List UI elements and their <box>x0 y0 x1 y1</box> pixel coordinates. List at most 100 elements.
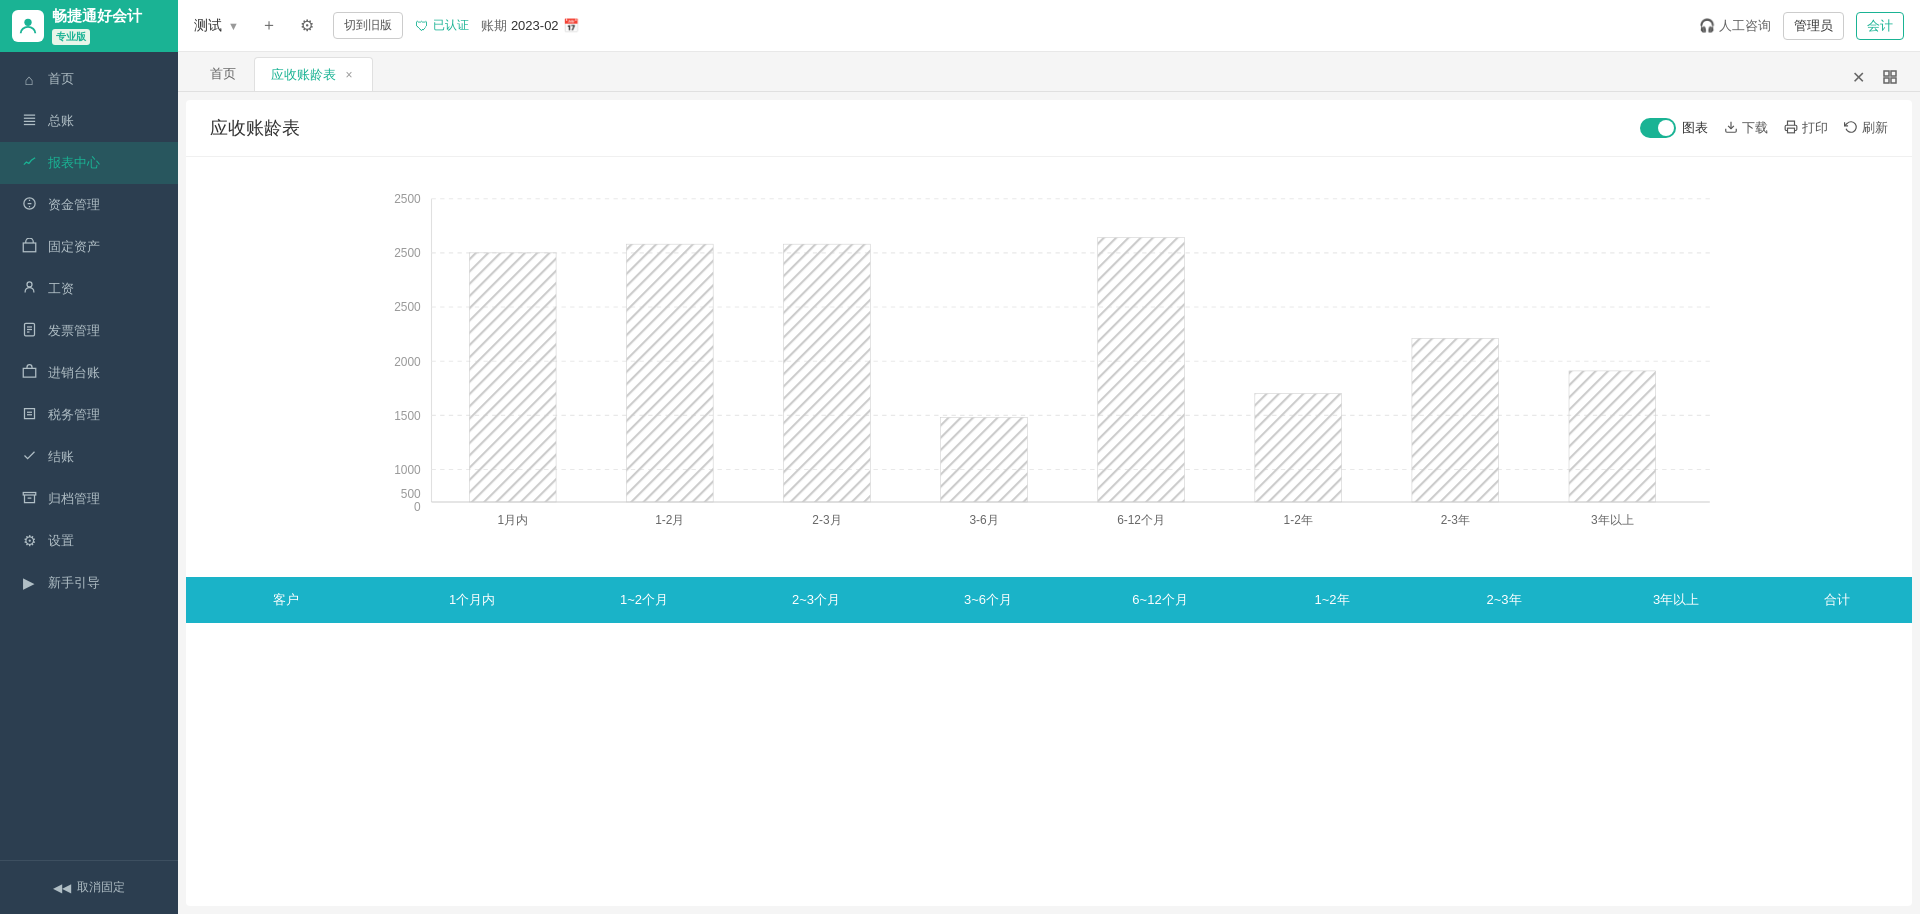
bar-chart: 2500 2500 2500 2000 1500 1000 500 0 <box>210 177 1888 567</box>
table-area: 客户 1个月内 1~2个月 2~3个月 3~6个月 6~12个月 1~2年 2~… <box>186 577 1912 906</box>
svg-text:2-3月: 2-3月 <box>812 513 841 527</box>
sidebar-item-archive[interactable]: 归档管理 <box>0 478 178 520</box>
svg-text:6-12个月: 6-12个月 <box>1117 513 1165 527</box>
svg-rect-1 <box>23 115 34 116</box>
svg-text:1-2年: 1-2年 <box>1284 513 1313 527</box>
th-3plus-year: 3年以上 <box>1590 577 1762 623</box>
sidebar-item-ledger[interactable]: 总账 <box>0 100 178 142</box>
add-button[interactable]: ＋ <box>255 12 283 40</box>
sidebar: 畅捷通好会计 专业版 ⌂ 首页 总账 报表中心 资金管理 <box>0 0 178 914</box>
logo-text: 畅捷通好会计 专业版 <box>52 7 142 45</box>
company-selector[interactable]: 测试 ▼ <box>194 17 239 35</box>
app-logo: 畅捷通好会计 专业版 <box>0 0 178 52</box>
toggle-label: 图表 <box>1682 119 1708 137</box>
chart-toggle[interactable]: 图表 <box>1640 118 1708 138</box>
svg-rect-20 <box>1891 71 1896 76</box>
funds-icon <box>20 196 38 214</box>
period-label: 账期 <box>481 17 507 35</box>
period-value: 2023-02 <box>511 18 559 33</box>
logo-icon <box>12 10 44 42</box>
svg-text:0: 0 <box>414 500 421 514</box>
th-total: 合计 <box>1762 577 1912 623</box>
home-icon: ⌂ <box>20 71 38 88</box>
sidebar-item-fixed-assets[interactable]: 固定资产 <box>0 226 178 268</box>
sidebar-item-reports[interactable]: 报表中心 <box>0 142 178 184</box>
fixed-assets-icon <box>20 238 38 256</box>
sidebar-label-closing: 结账 <box>48 448 74 466</box>
tab-aging[interactable]: 应收账龄表 × <box>254 57 373 91</box>
consult-button[interactable]: 🎧 人工咨询 <box>1699 17 1771 35</box>
svg-rect-4 <box>23 124 34 125</box>
role-button[interactable]: 会计 <box>1856 12 1904 40</box>
svg-text:2000: 2000 <box>394 355 421 369</box>
sidebar-label-inventory: 进销台账 <box>48 364 100 382</box>
sidebar-item-closing[interactable]: 结账 <box>0 436 178 478</box>
tab-aging-label: 应收账龄表 <box>271 66 336 84</box>
settings-icon: ⚙ <box>20 532 38 550</box>
expand-window-button[interactable] <box>1876 63 1904 91</box>
top-header: 测试 ▼ ＋ ⚙ 切到旧版 🛡 已认证 账期 2023-02 📅 🎧 人工咨询 … <box>178 0 1920 52</box>
ledger-icon <box>20 112 38 130</box>
svg-text:2-3年: 2-3年 <box>1441 513 1470 527</box>
sidebar-label-payroll: 工资 <box>48 280 74 298</box>
payroll-icon <box>20 280 38 298</box>
toggle-track[interactable] <box>1640 118 1676 138</box>
sidebar-item-settings[interactable]: ⚙ 设置 <box>0 520 178 562</box>
th-3-6month: 3~6个月 <box>902 577 1074 623</box>
th-1month: 1个月内 <box>386 577 558 623</box>
manager-button[interactable]: 管理员 <box>1783 12 1844 40</box>
pin-icon: ◀◀ <box>53 881 71 895</box>
bar-3年以上 <box>1569 371 1656 502</box>
tab-close-icon[interactable]: × <box>342 68 356 82</box>
close-window-button[interactable]: ✕ <box>1844 63 1872 91</box>
sidebar-item-payroll[interactable]: 工资 <box>0 268 178 310</box>
switch-version-button[interactable]: 切到旧版 <box>333 12 403 39</box>
logo-sub: 专业版 <box>52 29 90 45</box>
cert-label: 已认证 <box>433 17 469 34</box>
sidebar-nav: ⌂ 首页 总账 报表中心 资金管理 固定资产 <box>0 52 178 860</box>
sidebar-label-funds: 资金管理 <box>48 196 100 214</box>
print-icon <box>1784 120 1798 137</box>
header-actions: ＋ ⚙ <box>255 12 321 40</box>
tab-home[interactable]: 首页 <box>194 57 252 91</box>
bar-2-3月 <box>784 244 871 502</box>
sidebar-item-guide[interactable]: ▶ 新手引导 <box>0 562 178 604</box>
svg-rect-18 <box>1891 78 1896 83</box>
print-button[interactable]: 打印 <box>1784 119 1828 137</box>
svg-text:2500: 2500 <box>394 192 421 206</box>
bar-2-3年 <box>1412 338 1499 502</box>
sidebar-label-archive: 归档管理 <box>48 490 100 508</box>
svg-rect-19 <box>1884 78 1889 83</box>
invoices-icon <box>20 322 38 340</box>
tax-icon <box>20 406 38 424</box>
download-button[interactable]: 下载 <box>1724 119 1768 137</box>
shield-icon: 🛡 <box>415 18 429 34</box>
page-tools: 图表 下载 打印 <box>1640 118 1888 138</box>
sidebar-label-guide: 新手引导 <box>48 574 100 592</box>
cancel-fixed-button[interactable]: ◀◀ 取消固定 <box>0 871 178 904</box>
sidebar-label-tax: 税务管理 <box>48 406 100 424</box>
th-customer: 客户 <box>186 577 386 623</box>
sidebar-label-invoices: 发票管理 <box>48 322 100 340</box>
th-2-3year: 2~3年 <box>1418 577 1590 623</box>
settings-gear-button[interactable]: ⚙ <box>293 12 321 40</box>
sidebar-item-inventory[interactable]: 进销台账 <box>0 352 178 394</box>
page-inner: 应收账龄表 图表 下载 <box>186 100 1912 906</box>
svg-rect-3 <box>23 121 34 122</box>
sidebar-item-tax[interactable]: 税务管理 <box>0 394 178 436</box>
bar-6-12个月 <box>1098 238 1185 502</box>
bar-1-2年 <box>1255 394 1342 502</box>
sidebar-item-invoices[interactable]: 发票管理 <box>0 310 178 352</box>
consult-label: 人工咨询 <box>1719 17 1771 35</box>
refresh-button[interactable]: 刷新 <box>1844 119 1888 137</box>
svg-rect-15 <box>23 493 36 496</box>
sidebar-item-funds[interactable]: 资金管理 <box>0 184 178 226</box>
calendar-icon[interactable]: 📅 <box>563 18 579 33</box>
header-right: 🎧 人工咨询 管理员 会计 <box>1699 12 1904 40</box>
main-content: 测试 ▼ ＋ ⚙ 切到旧版 🛡 已认证 账期 2023-02 📅 🎧 人工咨询 … <box>178 0 1920 914</box>
sidebar-item-home[interactable]: ⌂ 首页 <box>0 58 178 100</box>
page-title: 应收账龄表 <box>210 116 300 140</box>
page-header: 应收账龄表 图表 下载 <box>186 100 1912 157</box>
tabs-bar: 首页 应收账龄表 × ✕ <box>178 52 1920 92</box>
svg-rect-17 <box>1884 71 1889 76</box>
